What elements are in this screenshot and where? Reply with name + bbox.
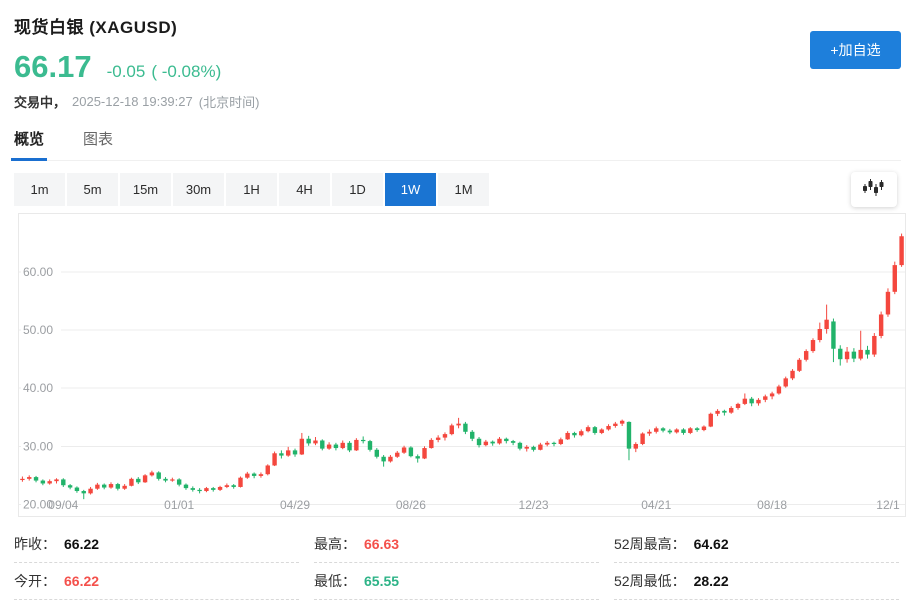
chart-type-button[interactable]: [851, 172, 897, 207]
interval-1d[interactable]: 1D: [332, 173, 383, 206]
quote-header: 现货白银 (XAGUSD) 66.17 -0.05 ( -0.08%) 交易中，…: [14, 0, 901, 111]
stat-label: 52周最高：: [614, 534, 686, 554]
market-status: 交易中，: [14, 92, 66, 111]
stat-value: 28.22: [694, 573, 729, 589]
candlestick-chart[interactable]: 20.0030.0040.0050.0060.0009/0401/0104/29…: [18, 213, 906, 517]
svg-text:09/04: 09/04: [48, 498, 78, 512]
stat-label: 最低：: [314, 571, 356, 591]
timezone-label: (北京时间): [199, 92, 260, 111]
svg-text:08/26: 08/26: [396, 498, 426, 512]
svg-text:60.00: 60.00: [23, 265, 53, 279]
interval-4h[interactable]: 4H: [279, 173, 330, 206]
stat-high: 最高： 66.63: [314, 526, 599, 563]
price-change: -0.05 ( -0.08%): [107, 62, 222, 82]
interval-toolbar: 1m 5m 15m 30m 1H 4H 1D 1W 1M: [14, 172, 901, 207]
svg-text:12/1: 12/1: [876, 498, 900, 512]
candlestick-icon: [863, 178, 885, 201]
interval-5m[interactable]: 5m: [67, 173, 118, 206]
interval-1m[interactable]: 1m: [14, 173, 65, 206]
quote-stats: 昨收： 66.22 最高： 66.63 52周最高： 64.62 今开： 66.…: [14, 526, 901, 600]
stat-value: 66.22: [64, 536, 99, 552]
stat-52w-high: 52周最高： 64.62: [614, 526, 899, 563]
stat-label: 昨收：: [14, 534, 56, 554]
stat-52w-low: 52周最低： 28.22: [614, 563, 899, 600]
interval-30m[interactable]: 30m: [173, 173, 224, 206]
stat-open: 今开： 66.22: [14, 563, 299, 600]
stat-value: 66.63: [364, 536, 399, 552]
add-watchlist-button[interactable]: +加自选: [810, 31, 901, 69]
stat-prev-close: 昨收： 66.22: [14, 526, 299, 563]
stat-label: 52周最低：: [614, 571, 686, 591]
stat-low: 最低： 65.55: [314, 563, 599, 600]
last-price: 66.17: [14, 49, 92, 85]
tab-chart[interactable]: 图表: [83, 128, 113, 149]
stat-value: 64.62: [694, 536, 729, 552]
price-row: 66.17 -0.05 ( -0.08%): [14, 49, 901, 85]
svg-text:08/18: 08/18: [757, 498, 787, 512]
interval-buttons: 1m 5m 15m 30m 1H 4H 1D 1W 1M: [14, 173, 489, 206]
interval-1M[interactable]: 1M: [438, 173, 489, 206]
tab-bar: 概览 图表: [14, 128, 901, 161]
interval-1h[interactable]: 1H: [226, 173, 277, 206]
svg-text:01/01: 01/01: [164, 498, 194, 512]
status-row: 交易中， 2025-12-18 19:39:27 (北京时间): [14, 92, 901, 111]
stat-value: 65.55: [364, 573, 399, 589]
stat-value: 66.22: [64, 573, 99, 589]
change-percent: ( -0.08%): [151, 62, 221, 82]
quote-page: 现货白银 (XAGUSD) 66.17 -0.05 ( -0.08%) 交易中，…: [0, 0, 915, 600]
interval-1w[interactable]: 1W: [385, 173, 436, 206]
svg-text:04/21: 04/21: [641, 498, 671, 512]
stat-label: 今开：: [14, 571, 56, 591]
svg-text:12/23: 12/23: [519, 498, 549, 512]
change-value: -0.05: [107, 62, 146, 82]
quote-timestamp: 2025-12-18 19:39:27: [72, 94, 193, 109]
svg-text:40.00: 40.00: [23, 381, 53, 395]
instrument-title: 现货白银 (XAGUSD): [14, 13, 901, 38]
tab-overview[interactable]: 概览: [14, 128, 44, 149]
svg-text:30.00: 30.00: [23, 439, 53, 453]
svg-text:50.00: 50.00: [23, 323, 53, 337]
svg-text:04/29: 04/29: [280, 498, 310, 512]
interval-15m[interactable]: 15m: [120, 173, 171, 206]
stat-label: 最高：: [314, 534, 356, 554]
